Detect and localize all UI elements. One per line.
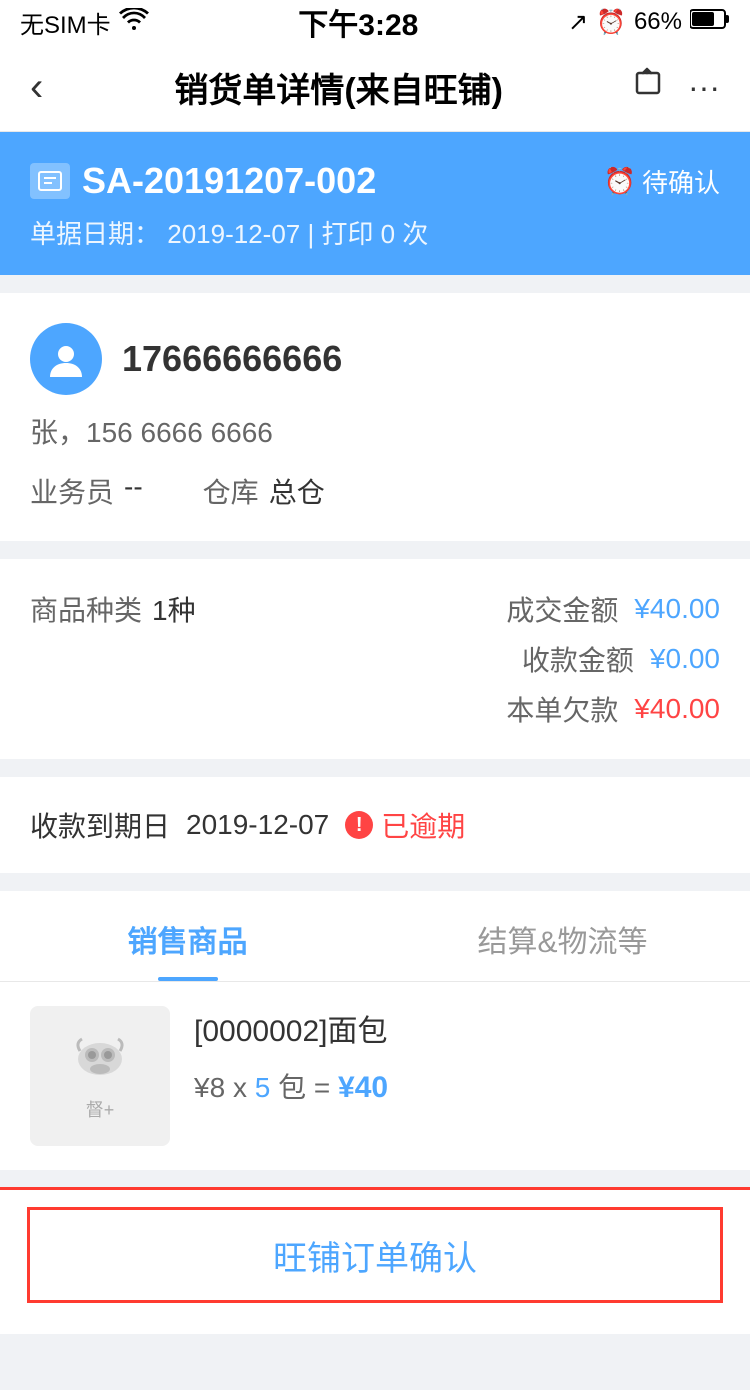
status-text: 待确认 <box>642 163 720 200</box>
received-label: 收款金额 <box>522 639 634 679</box>
tab-products[interactable]: 销售商品 <box>0 891 375 981</box>
warehouse-value: 总仓 <box>269 471 325 511</box>
status-time: 下午3:28 <box>298 0 418 44</box>
salesperson-meta: 业务员 -- <box>30 471 143 511</box>
sim-label: 无SIM卡 <box>20 5 111 40</box>
overdue-text: 已逾期 <box>381 805 465 845</box>
due-date-value: 2019-12-07 <box>186 809 329 841</box>
product-type-item: 商品种类 1种 <box>30 589 196 629</box>
battery-icon <box>690 8 730 37</box>
battery-label: 66% <box>634 8 682 36</box>
owed-value: ¥40.00 <box>634 693 720 725</box>
status-clock-icon: ⏰ <box>604 166 636 197</box>
status-bar: 无SIM卡 下午3:28 ↗ ⏰ 66% <box>0 0 750 44</box>
order-header: SA-20191207-002 ⏰ 待确认 单据日期： 2019-12-07 |… <box>0 132 750 275</box>
product-total: ¥40 <box>338 1071 388 1104</box>
summary-right: 成交金额 ¥40.00 收款金额 ¥0.00 本单欠款 ¥40.00 <box>506 589 720 729</box>
product-item: 督+ [0000002]面包 ¥8 x 5 包 = ¥40 <box>30 1006 720 1146</box>
overdue-dot-icon: ! <box>345 811 373 839</box>
overdue-badge: ! 已逾期 <box>345 805 465 845</box>
confirm-button[interactable]: 旺铺订单确认 <box>30 1210 720 1300</box>
due-date-card: 收款到期日 2019-12-07 ! 已逾期 <box>0 777 750 873</box>
product-info: [0000002]面包 ¥8 x 5 包 = ¥40 <box>194 1006 720 1106</box>
product-price: ¥8 x 5 包 = ¥40 <box>194 1066 720 1106</box>
customer-card: 17666666666 张，156 6666 6666 业务员 -- 仓库 总仓 <box>0 293 750 541</box>
nav-bar: ‹ 销货单详情(来自旺铺) ··· <box>0 44 750 132</box>
product-type-value: 1种 <box>152 589 196 629</box>
avatar <box>30 323 102 395</box>
salesperson-value: -- <box>124 471 143 511</box>
order-icon <box>30 163 70 199</box>
customer-phone: 17666666666 <box>122 338 342 380</box>
order-date: 单据日期： 2019-12-07 | 打印 0 次 <box>30 214 720 251</box>
product-type-label: 商品种类 <box>30 589 142 629</box>
status-left: 无SIM卡 <box>20 5 149 40</box>
alarm-icon: ⏰ <box>596 8 626 37</box>
owed-label: 本单欠款 <box>506 689 618 729</box>
product-name: [0000002]面包 <box>194 1006 720 1050</box>
received-row: 收款金额 ¥0.00 <box>522 639 720 679</box>
customer-name: 张，156 6666 6666 <box>30 411 720 451</box>
warehouse-meta: 仓库 总仓 <box>203 471 325 511</box>
salesperson-label: 业务员 <box>30 471 114 511</box>
customer-meta: 业务员 -- 仓库 总仓 <box>30 471 720 511</box>
product-qty: 5 <box>255 1072 271 1103</box>
order-id-text: SA-20191207-002 <box>82 160 376 202</box>
summary-card: 商品种类 1种 成交金额 ¥40.00 收款金额 ¥0.00 本单欠款 ¥40.… <box>0 559 750 759</box>
back-button[interactable]: ‹ <box>30 65 43 110</box>
tab-settlement[interactable]: 结算&物流等 <box>375 891 750 981</box>
wifi-icon <box>119 8 149 37</box>
price-per-unit: ¥8 <box>194 1072 225 1103</box>
amount-label: 成交金额 <box>506 589 618 629</box>
warehouse-label: 仓库 <box>203 471 259 511</box>
more-icon[interactable]: ··· <box>688 69 720 106</box>
product-image: 督+ <box>30 1006 170 1146</box>
status-right: ↗ ⏰ 66% <box>568 8 730 37</box>
due-date-label: 收款到期日 <box>30 805 170 845</box>
page-title: 销货单详情(来自旺铺) <box>174 63 503 112</box>
product-list: 督+ [0000002]面包 ¥8 x 5 包 = ¥40 <box>0 982 750 1170</box>
received-value: ¥0.00 <box>650 643 720 675</box>
amount-row: 成交金额 ¥40.00 <box>506 589 720 629</box>
summary-left: 商品种类 1种 <box>30 589 196 629</box>
bottom-bar: 旺铺订单确认 <box>0 1187 750 1334</box>
share-icon[interactable] <box>634 67 668 109</box>
tabs-container: 销售商品 结算&物流等 <box>0 891 750 982</box>
amount-value: ¥40.00 <box>634 593 720 625</box>
brand-logo-icon <box>70 1031 130 1092</box>
owed-row: 本单欠款 ¥40.00 <box>506 689 720 729</box>
order-id-container: SA-20191207-002 <box>30 160 376 202</box>
nav-actions: ··· <box>634 67 720 109</box>
order-status: ⏰ 待确认 <box>604 163 720 200</box>
brand-plus-text: 督+ <box>86 1096 115 1122</box>
location-icon: ↗ <box>568 8 588 37</box>
